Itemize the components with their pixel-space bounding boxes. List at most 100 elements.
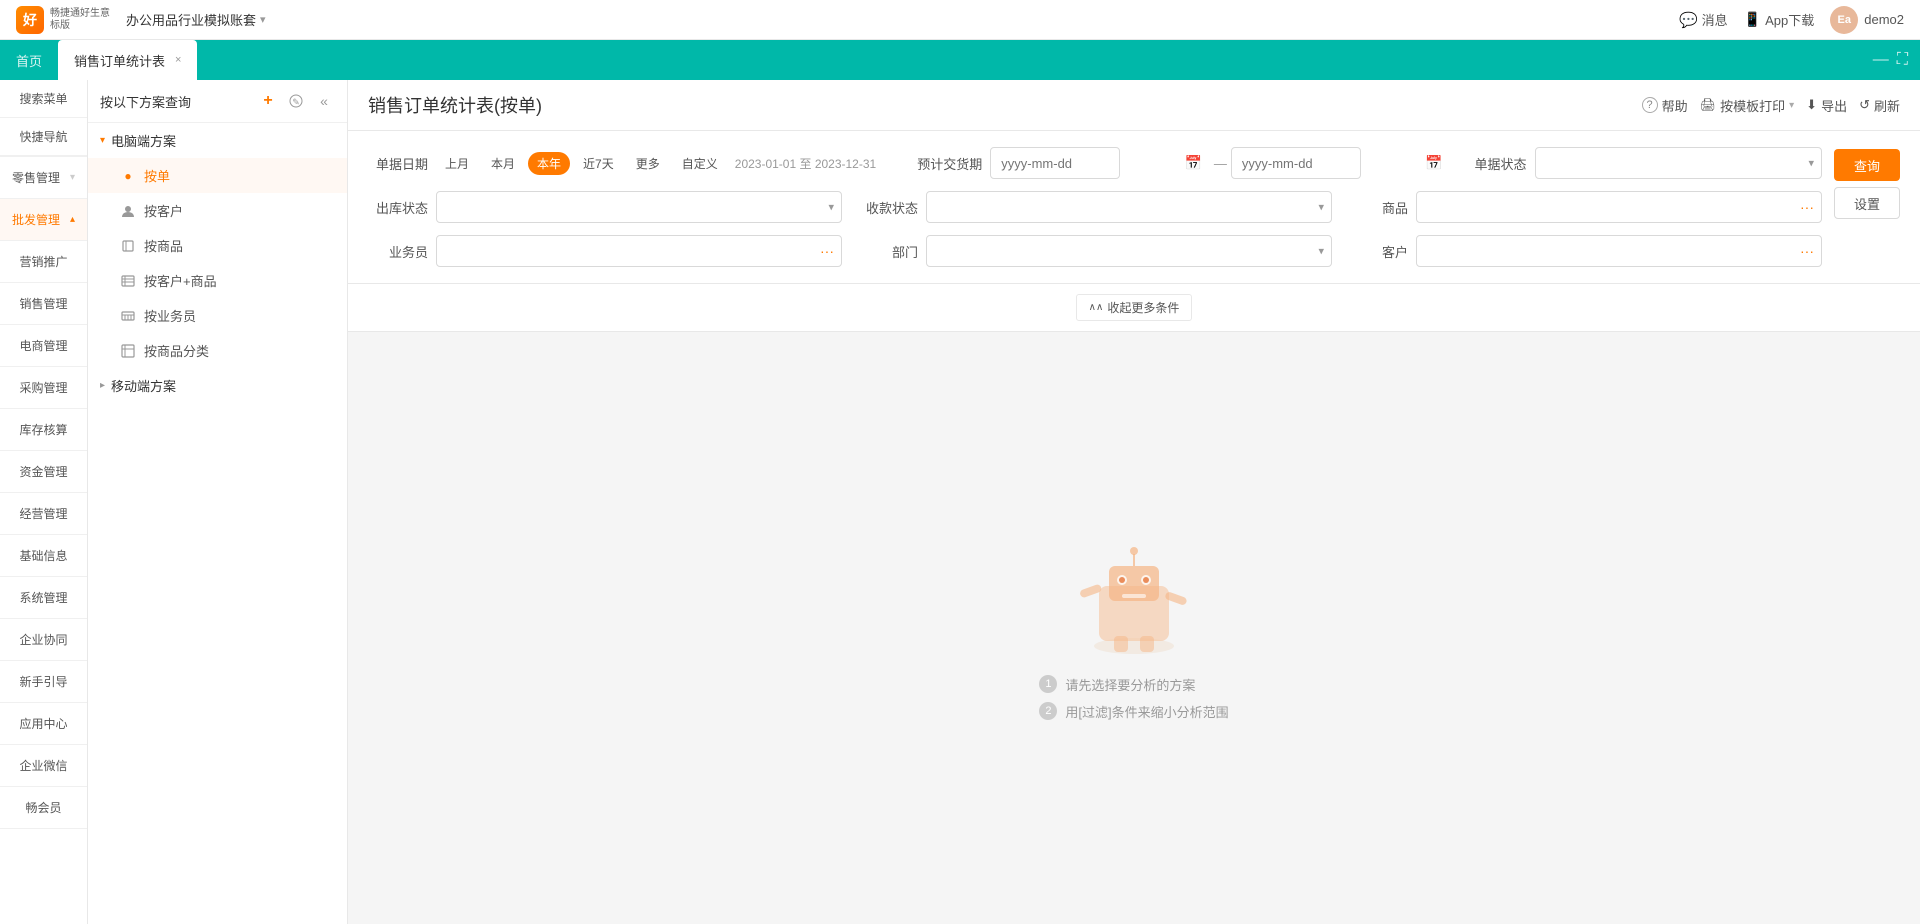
tab-home[interactable]: 首页	[0, 40, 58, 80]
tab-close-icon[interactable]: ×	[175, 54, 181, 66]
receipt-status-label: 收款状态	[858, 198, 918, 217]
scheme-collapse-button[interactable]: «	[313, 90, 335, 112]
app-download-action[interactable]: 📱 App下载	[1744, 10, 1815, 29]
sidebar-item-ecommerce[interactable]: 电商管理	[0, 325, 87, 367]
top-bar-left: 好 畅捷通好生意 标版 办公用品行业模拟账套 ▾	[16, 6, 274, 34]
sidebar-item-wholesale[interactable]: 批发管理 ▴	[0, 199, 87, 241]
collapse-more-btn[interactable]: ∧∧ 收起更多条件	[1076, 294, 1193, 321]
sidebar-item-inventory[interactable]: 库存核算	[0, 409, 87, 451]
maximize-icon[interactable]: ⛶	[1897, 51, 1908, 69]
sidebar-item-member[interactable]: 畅会员	[0, 787, 87, 829]
tab-home-label: 首页	[16, 51, 42, 70]
sidebar-search[interactable]: 搜索菜单	[0, 80, 87, 118]
date-btn-last-7-days[interactable]: 近7天	[574, 152, 623, 175]
workspace-selector[interactable]: 办公用品行业模拟账套 ▾	[118, 6, 274, 33]
date-btn-more[interactable]: 更多	[627, 152, 669, 175]
scheme-item-by-product[interactable]: 按商品	[88, 228, 347, 263]
customer-filter-label: 客户	[1348, 242, 1408, 261]
by-product-icon	[120, 238, 136, 254]
logo-area: 好 畅捷通好生意 标版	[16, 6, 110, 34]
scheme-item-by-product-label: 按商品	[144, 236, 183, 255]
sidebar-wechat-label: 企业微信	[19, 759, 67, 773]
sidebar-item-marketing[interactable]: 营销推广	[0, 241, 87, 283]
status-filter-label: 单据状态	[1467, 154, 1527, 173]
date-separator: —	[1214, 156, 1227, 171]
scheme-panel-header: 按以下方案查询 + ✎ «	[88, 80, 347, 123]
sidebar-item-wechat[interactable]: 企业微信	[0, 745, 87, 787]
empty-illustration	[1064, 536, 1204, 659]
sidebar-item-purchase[interactable]: 采购管理	[0, 367, 87, 409]
filter-product-item: 商品 ···	[1348, 191, 1822, 223]
scheme-item-by-salesman[interactable]: 按业务员	[88, 298, 347, 333]
logo-icon: 好	[16, 6, 44, 34]
refresh-action[interactable]: ↺ 刷新	[1859, 96, 1900, 115]
user-area[interactable]: Ea demo2	[1830, 6, 1904, 34]
salesman-input[interactable]	[436, 235, 842, 267]
scheme-edit-button[interactable]: ✎	[285, 90, 307, 112]
sidebar-item-basic[interactable]: 基础信息	[0, 535, 87, 577]
scheme-panel-title: 按以下方案查询	[100, 92, 191, 111]
sidebar-item-newbie[interactable]: 新手引导	[0, 661, 87, 703]
scheme-group-mobile-header[interactable]: ▸ 移动端方案	[88, 368, 347, 403]
scheme-group-mobile: ▸ 移动端方案	[88, 368, 347, 403]
help-action[interactable]: ? 帮助	[1642, 96, 1688, 115]
sidebar-sales-label: 销售管理	[19, 297, 67, 311]
query-button[interactable]: 查询	[1834, 149, 1900, 181]
date-btn-this-month[interactable]: 本月	[482, 152, 524, 175]
sidebar-member-label: 畅会员	[25, 801, 61, 815]
scheme-item-by-customer[interactable]: 按客户	[88, 193, 347, 228]
salesman-input-wrapper: ···	[436, 235, 842, 267]
top-bar-right: 💬 消息 📱 App下载 Ea demo2	[1679, 6, 1904, 34]
filter-area: 单据日期 上月 本月 本年 近7天 更多 自定义 2023-01-01 至 20…	[348, 131, 1920, 284]
sidebar-item-sales[interactable]: 销售管理	[0, 283, 87, 325]
empty-tip-1: 1 请先选择要分析的方案	[1039, 675, 1228, 694]
date-btn-last-month[interactable]: 上月	[436, 152, 478, 175]
empty-tip-1-text: 请先选择要分析的方案	[1065, 675, 1195, 694]
filter-receipt-item: 收款状态 ▾	[858, 191, 1332, 223]
date-filter-label: 单据日期	[368, 154, 428, 173]
date-range-display: 2023-01-01 至 2023-12-31	[735, 155, 876, 172]
scheme-group-pc-label: 电脑端方案	[111, 131, 176, 150]
sidebar-item-operation[interactable]: 经营管理	[0, 493, 87, 535]
tab-sales-order-stats[interactable]: 销售订单统计表 ×	[58, 40, 197, 80]
product-input[interactable]	[1416, 191, 1822, 223]
customer-input[interactable]	[1416, 235, 1822, 267]
scheme-group-pc-header[interactable]: ▾ 电脑端方案	[88, 123, 347, 158]
scheme-add-button[interactable]: +	[257, 90, 279, 112]
scheme-group-pc: ▾ 电脑端方案 ● 按单 按客户 按商品	[88, 123, 347, 368]
sidebar-item-appstore[interactable]: 应用中心	[0, 703, 87, 745]
minimize-icon[interactable]: —	[1873, 51, 1889, 69]
refresh-label: 刷新	[1874, 96, 1900, 115]
logo-text: 畅捷通好生意 标版	[50, 8, 110, 32]
template-print-action[interactable]: 🖨 按模板打印 ▾	[1700, 96, 1795, 115]
date-btn-this-year[interactable]: 本年	[528, 152, 570, 175]
empty-state: 1 请先选择要分析的方案 2 用[过滤]条件来缩小分析范围	[348, 332, 1920, 924]
sidebar-item-enterprise[interactable]: 企业协同	[0, 619, 87, 661]
page-header: 销售订单统计表(按单) ? 帮助 🖨 按模板打印 ▾ ⬇ 导出	[348, 80, 1920, 131]
receipt-status-select[interactable]	[926, 191, 1332, 223]
expected-start-input[interactable]	[990, 147, 1120, 179]
sidebar-search-label: 搜索菜单	[19, 92, 67, 106]
shipment-status-select[interactable]	[436, 191, 842, 223]
app-icon: 📱	[1744, 11, 1761, 28]
department-select[interactable]	[926, 235, 1332, 267]
export-action[interactable]: ⬇ 导出	[1806, 96, 1847, 115]
template-print-chevron-icon: ▾	[1789, 100, 1794, 111]
filter-status-item: 单据状态 ▾	[1467, 147, 1823, 179]
message-action[interactable]: 💬 消息	[1679, 10, 1728, 29]
scheme-item-by-order[interactable]: ● 按单	[88, 158, 347, 193]
expected-end-input[interactable]	[1231, 147, 1361, 179]
settings-button[interactable]: 设置	[1834, 187, 1900, 219]
status-select[interactable]	[1535, 147, 1823, 179]
sidebar-item-system[interactable]: 系统管理	[0, 577, 87, 619]
sidebar-quick-nav[interactable]: 快捷导航	[0, 118, 87, 156]
scheme-item-by-category[interactable]: 按商品分类	[88, 333, 347, 368]
message-icon: 💬	[1679, 11, 1698, 29]
export-icon: ⬇	[1806, 97, 1817, 113]
collapse-bar: ∧∧ 收起更多条件	[348, 284, 1920, 332]
sidebar: 搜索菜单 快捷导航 零售管理 ▾ 批发管理 ▴ 营销推广 销售管理 电商管理 采…	[0, 80, 88, 924]
date-btn-custom[interactable]: 自定义	[673, 152, 727, 175]
scheme-item-by-customer-product[interactable]: 按客户+商品	[88, 263, 347, 298]
sidebar-item-finance[interactable]: 资金管理	[0, 451, 87, 493]
sidebar-item-retail[interactable]: 零售管理 ▾	[0, 157, 87, 199]
